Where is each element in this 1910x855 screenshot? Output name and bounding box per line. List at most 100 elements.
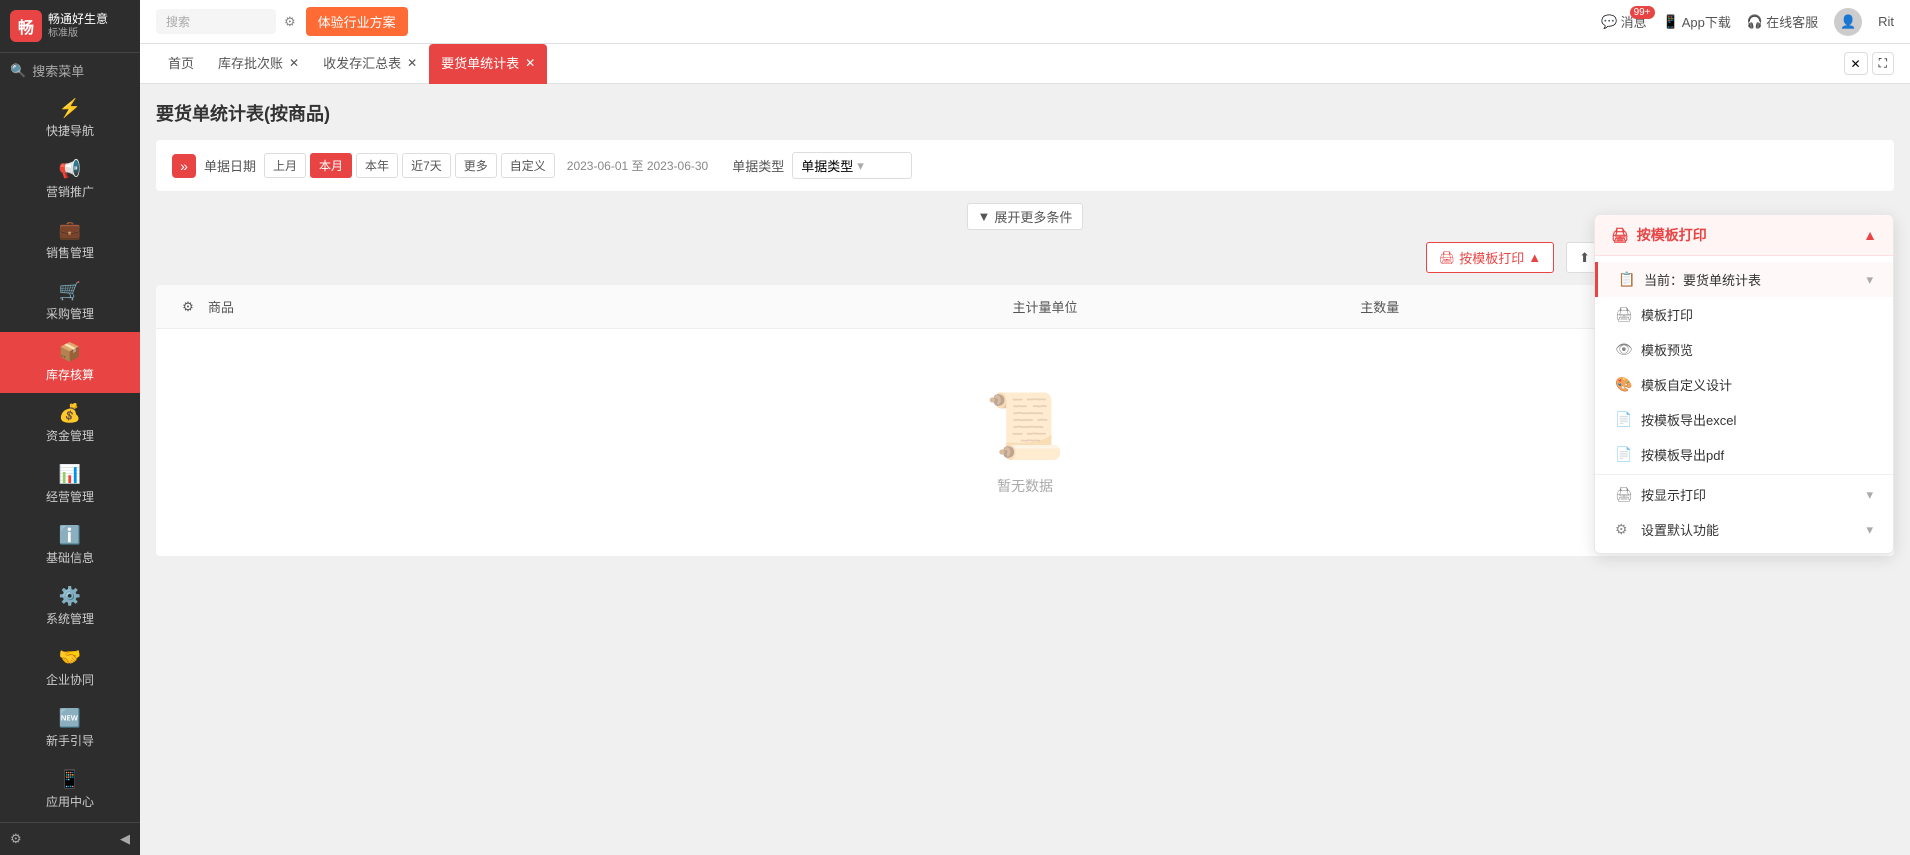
tab-label: 库存批次账: [218, 53, 283, 72]
col-settings[interactable]: ⚙: [168, 299, 208, 315]
tab-close-icon[interactable]: ✕: [289, 56, 299, 70]
design-icon: 🎨: [1615, 376, 1631, 393]
page-title: 要货单统计表(按商品): [156, 100, 1894, 126]
display-print-left: 🖨 按显示打印: [1615, 485, 1706, 504]
filter-expand-button[interactable]: »: [172, 154, 196, 178]
sidebar-item-operation[interactable]: 📊 经营管理: [0, 454, 140, 515]
sidebar-logo: 畅 畅通好生意 标准版: [0, 0, 140, 53]
template-print-item[interactable]: 🖨 模板打印: [1595, 297, 1893, 332]
date-more[interactable]: 更多: [455, 153, 497, 178]
collapse-icon[interactable]: ◀: [120, 831, 130, 847]
message-button[interactable]: 💬 消息 99+: [1601, 12, 1646, 31]
sidebar-item-label: 营销推广: [46, 183, 94, 200]
sidebar-item-purchase[interactable]: 🛒 采购管理: [0, 271, 140, 332]
current-template-label: 当前：要货单统计表: [1644, 270, 1761, 289]
print-btn-label: 按模板打印: [1459, 248, 1524, 267]
template-preview-item[interactable]: 👁 模板预览: [1595, 332, 1893, 367]
sidebar-item-label: 快捷导航: [46, 122, 94, 139]
sidebar-item-quicknav[interactable]: ⚡ 快捷导航: [0, 88, 140, 149]
purchase-icon: 🛒: [59, 281, 81, 302]
print-icon: 🖨: [1439, 250, 1456, 266]
maximize-tab-button[interactable]: ⛶: [1872, 52, 1894, 75]
app-download-button[interactable]: 📱 App下载: [1663, 12, 1731, 31]
empty-text: 暂无数据: [997, 476, 1053, 496]
sidebar-item-label: 销售管理: [46, 244, 94, 261]
template-design-item[interactable]: 🎨 模板自定义设计: [1595, 367, 1893, 402]
date-custom[interactable]: 自定义: [501, 153, 555, 178]
tab-label: 收发存汇总表: [323, 53, 401, 72]
sidebar-item-label: 采购管理: [46, 305, 94, 322]
print-dropdown-header: 🖨 按模板打印 ▲: [1595, 215, 1893, 256]
date-filter-options: 上月 本月 本年 近7天 更多 自定义: [264, 153, 555, 178]
sidebar-item-basic[interactable]: ℹ️ 基础信息: [0, 515, 140, 576]
sidebar-item-sales[interactable]: 💼 销售管理: [0, 210, 140, 271]
template-print-label: 模板打印: [1641, 305, 1693, 324]
search-icon: 🔍: [10, 63, 26, 79]
tab-inventory-batch[interactable]: 库存批次账 ✕: [206, 44, 311, 84]
date-last-7days[interactable]: 近7天: [402, 153, 451, 178]
sidebar-item-collab[interactable]: 🤝 企业协同: [0, 637, 140, 698]
guide-icon: 🆕: [59, 708, 81, 729]
user-name: Rit: [1878, 14, 1894, 29]
collab-icon: 🤝: [59, 647, 81, 668]
print-button[interactable]: 🖨 按模板打印 ▲: [1426, 242, 1554, 273]
logo-text: 畅通好生意 标准版: [48, 12, 108, 41]
set-default-left: ⚙ 设置默认功能: [1615, 520, 1719, 539]
expand-more-button[interactable]: ▼ 展开更多条件: [967, 203, 1084, 230]
date-this-month[interactable]: 本月: [310, 153, 352, 178]
appstore-icon: 📱: [59, 769, 81, 790]
set-default-item[interactable]: ⚙ 设置默认功能 ▾: [1595, 512, 1893, 547]
col-qty: 主数量: [1212, 297, 1547, 316]
expand-icon: »: [180, 158, 188, 174]
content-area: 要货单统计表(按商品) » 单据日期 上月 本月 本年 近7天 更多 自定义 2…: [140, 84, 1910, 855]
tab-order-stats[interactable]: 要货单统计表 ✕: [429, 44, 547, 84]
template-preview-label: 模板预览: [1641, 340, 1693, 359]
sidebar-search-item[interactable]: 🔍 搜索菜单: [0, 53, 140, 88]
current-template-icon: 📋: [1618, 271, 1634, 288]
print-chevron-icon: ▲: [1528, 250, 1541, 265]
current-template-item[interactable]: 📋 当前：要货单统计表 ▾: [1595, 262, 1893, 297]
settings-footer-icon[interactable]: ⚙: [10, 831, 22, 847]
type-select-value: 单据类型: [801, 156, 853, 175]
online-service-button[interactable]: 🎧 在线客服: [1747, 12, 1818, 31]
app-download-label: App下载: [1682, 12, 1731, 31]
topbar: 搜索 ⚙ 体验行业方案 💬 消息 99+ 📱 App下载 🎧 在线客服 👤 Ri…: [140, 0, 1910, 44]
tabs-bar: 首页 库存批次账 ✕ 收发存汇总表 ✕ 要货单统计表 ✕ ✕ ⛶: [140, 44, 1910, 84]
pdf-icon: 📄: [1615, 446, 1631, 463]
tab-label: 要货单统计表: [441, 53, 519, 72]
tab-close-icon[interactable]: ✕: [407, 56, 417, 70]
inventory-icon: 📦: [59, 342, 81, 363]
type-filter-select[interactable]: 单据类型 ▾: [792, 152, 912, 179]
logo-icon: 畅: [10, 10, 42, 42]
date-last-month[interactable]: 上月: [264, 153, 306, 178]
message-icon: 💬: [1601, 14, 1617, 30]
basic-icon: ℹ️: [59, 525, 81, 546]
close-tab-button[interactable]: ✕: [1844, 52, 1868, 75]
sidebar-item-label: 经营管理: [46, 488, 94, 505]
set-default-icon: ⚙: [1615, 521, 1631, 538]
display-print-item[interactable]: 🖨 按显示打印 ▾: [1595, 477, 1893, 512]
sidebar-item-marketing[interactable]: 📢 营销推广: [0, 149, 140, 210]
print-dropdown-close-icon[interactable]: ▲: [1863, 227, 1877, 243]
select-arrow-icon: ▾: [857, 158, 864, 174]
set-default-arrow-icon: ▾: [1866, 522, 1873, 538]
tab-close-icon[interactable]: ✕: [525, 56, 535, 70]
date-this-year[interactable]: 本年: [356, 153, 398, 178]
tabs-actions: ✕ ⛶: [1844, 52, 1894, 75]
template-export-excel-item[interactable]: 📄 按模板导出excel: [1595, 402, 1893, 437]
sidebar-item-label: 库存核算: [46, 366, 94, 383]
template-export-pdf-item[interactable]: 📄 按模板导出pdf: [1595, 437, 1893, 472]
avatar[interactable]: 👤: [1834, 8, 1862, 36]
topbar-gear-icon[interactable]: ⚙: [284, 14, 296, 30]
sidebar-item-system[interactable]: ⚙️ 系统管理: [0, 576, 140, 637]
trial-button[interactable]: 体验行业方案: [306, 7, 408, 36]
sidebar-item-guide[interactable]: 🆕 新手引导: [0, 698, 140, 759]
sidebar-item-appstore[interactable]: 📱 应用中心: [0, 759, 140, 820]
tab-home[interactable]: 首页: [156, 44, 206, 84]
tab-collection-summary[interactable]: 收发存汇总表 ✕: [311, 44, 429, 84]
sidebar-item-inventory[interactable]: 📦 库存核算: [0, 332, 140, 393]
sidebar-item-finance[interactable]: 💰 资金管理: [0, 393, 140, 454]
print-dropdown-title-group: 🖨 按模板打印: [1611, 225, 1707, 245]
template-export-excel-label: 按模板导出excel: [1641, 410, 1736, 429]
topbar-search-text: 搜索: [166, 15, 190, 29]
